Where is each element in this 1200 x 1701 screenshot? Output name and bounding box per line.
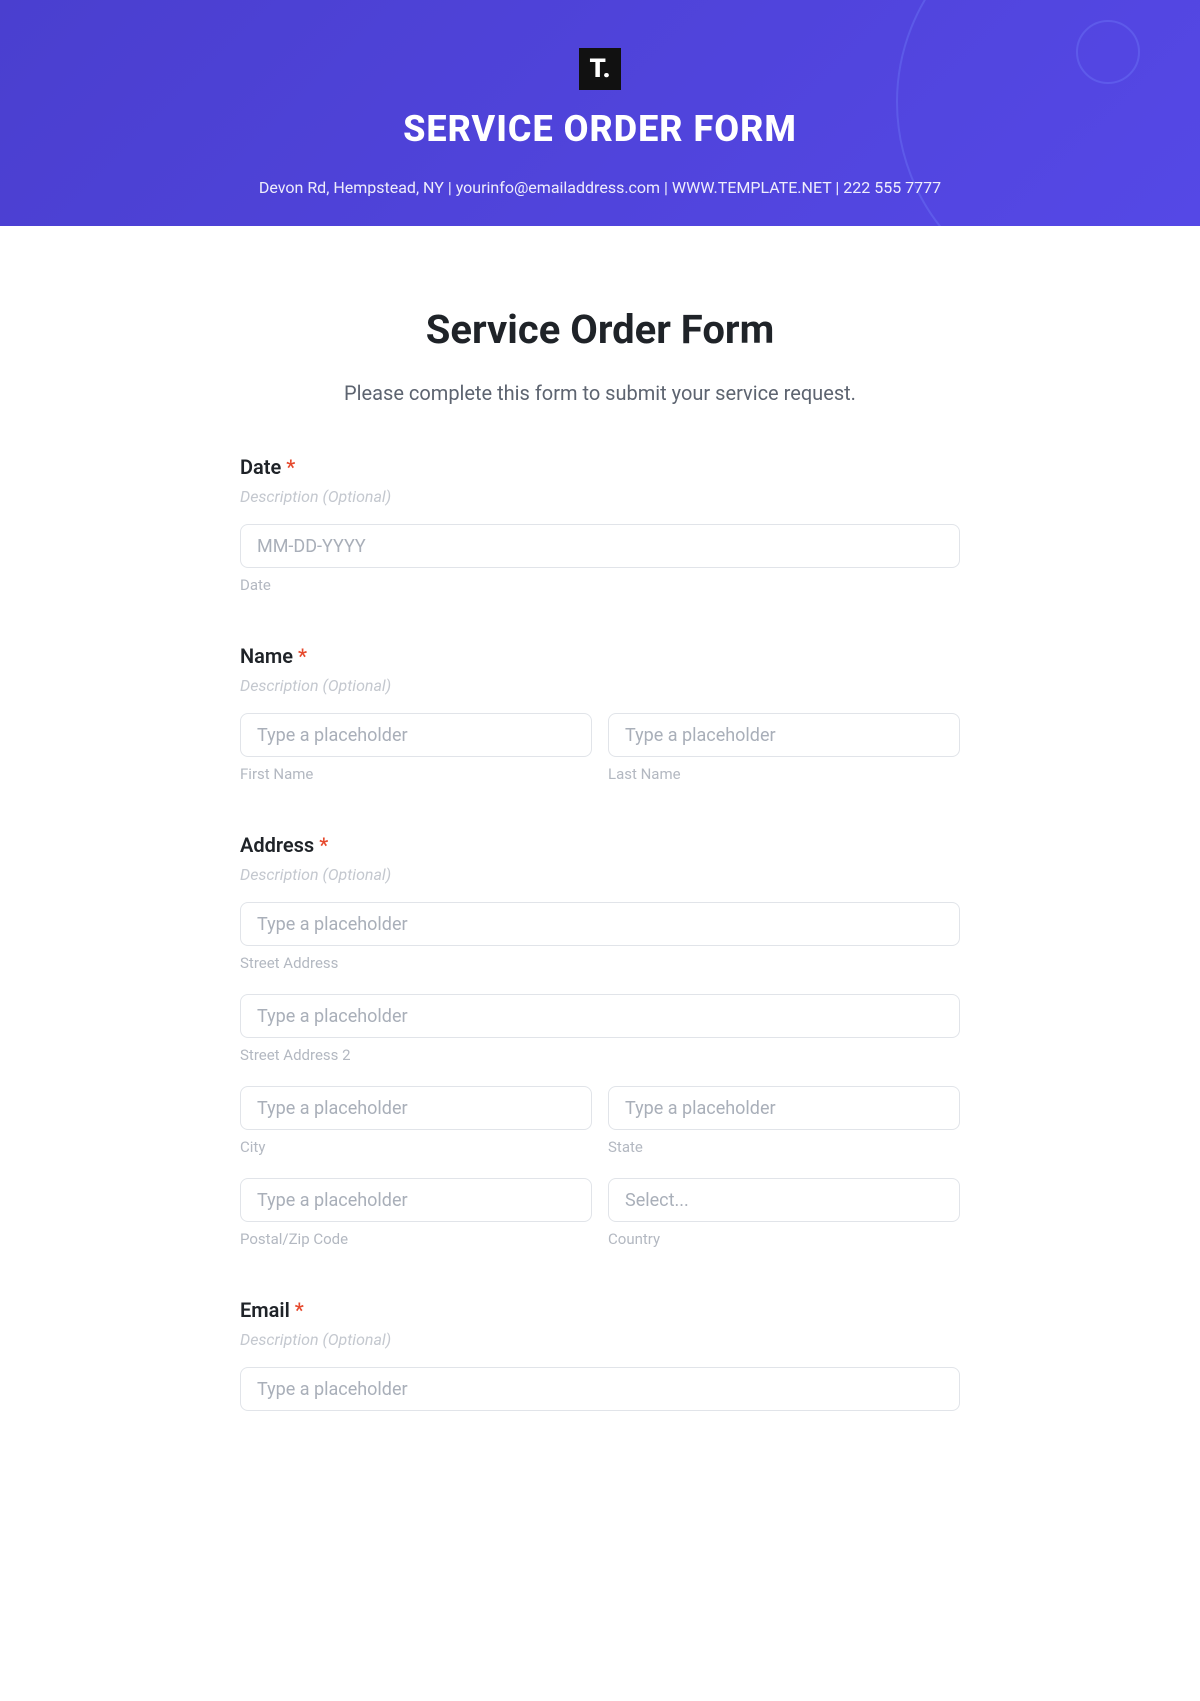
address-label-text: Address (240, 833, 314, 857)
date-sublabel: Date (240, 576, 960, 594)
street-address-input[interactable] (240, 902, 960, 946)
state-input[interactable] (608, 1086, 960, 1130)
name-label: Name * (240, 644, 960, 668)
street-address-sublabel: Street Address (240, 954, 960, 972)
state-sublabel: State (608, 1138, 960, 1156)
required-mark: * (298, 644, 307, 668)
email-description: Description (Optional) (240, 1330, 960, 1349)
date-input[interactable] (240, 524, 960, 568)
email-label: Email * (240, 1298, 960, 1322)
country-select[interactable]: Select... (608, 1178, 960, 1222)
address-description: Description (Optional) (240, 865, 960, 884)
date-label: Date * (240, 455, 960, 479)
street-address-2-input[interactable] (240, 994, 960, 1038)
required-mark: * (286, 455, 295, 479)
date-description: Description (Optional) (240, 487, 960, 506)
country-sublabel: Country (608, 1230, 960, 1248)
form-subtitle: Please complete this form to submit your… (240, 381, 960, 405)
first-name-sublabel: First Name (240, 765, 592, 783)
street-address-2-sublabel: Street Address 2 (240, 1046, 960, 1064)
form-container: Service Order Form Please complete this … (220, 226, 980, 1431)
name-description: Description (Optional) (240, 676, 960, 695)
brand-logo: T. (579, 48, 621, 90)
postal-code-input[interactable] (240, 1178, 592, 1222)
hero-contact-line: Devon Rd, Hempstead, NY | yourinfo@email… (0, 178, 1200, 197)
field-group-email: Email * Description (Optional) (240, 1298, 960, 1411)
email-label-text: Email (240, 1298, 290, 1322)
last-name-sublabel: Last Name (608, 765, 960, 783)
date-label-text: Date (240, 455, 281, 479)
postal-code-sublabel: Postal/Zip Code (240, 1230, 592, 1248)
required-mark: * (319, 833, 328, 857)
hero-title: SERVICE ORDER FORM (0, 108, 1200, 150)
name-label-text: Name (240, 644, 293, 668)
field-group-date: Date * Description (Optional) Date (240, 455, 960, 594)
form-title: Service Order Form (240, 306, 960, 353)
email-input[interactable] (240, 1367, 960, 1411)
field-group-address: Address * Description (Optional) Street … (240, 833, 960, 1248)
last-name-input[interactable] (608, 713, 960, 757)
field-group-name: Name * Description (Optional) First Name… (240, 644, 960, 783)
city-sublabel: City (240, 1138, 592, 1156)
address-label: Address * (240, 833, 960, 857)
first-name-input[interactable] (240, 713, 592, 757)
required-mark: * (295, 1298, 304, 1322)
city-input[interactable] (240, 1086, 592, 1130)
hero-banner: T. SERVICE ORDER FORM Devon Rd, Hempstea… (0, 0, 1200, 226)
